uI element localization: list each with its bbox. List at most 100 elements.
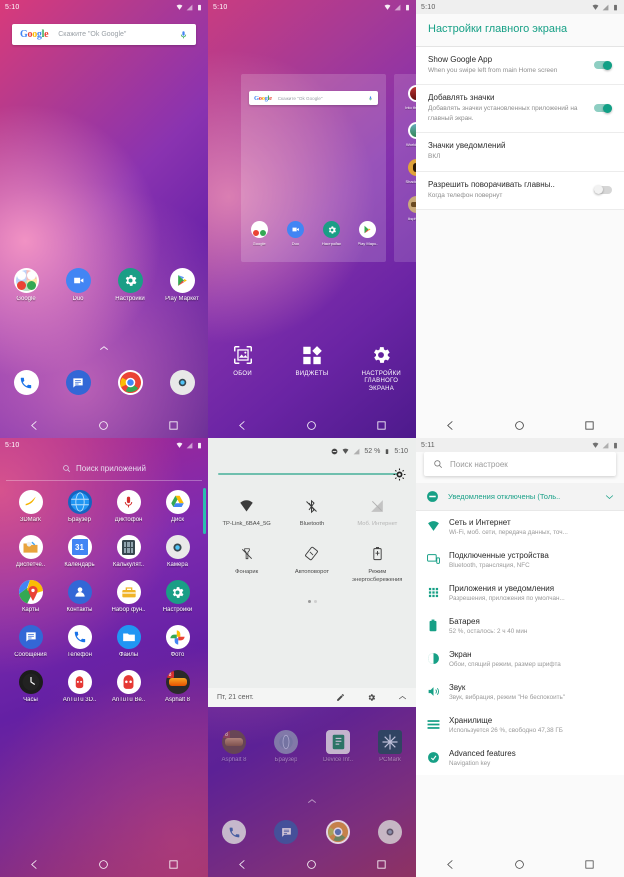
drawer-app-browser[interactable]: Браузер <box>58 490 102 523</box>
phone-icon[interactable] <box>222 820 246 844</box>
app-search-field[interactable]: Поиск приложений <box>0 458 208 478</box>
brightness-slider[interactable] <box>208 464 416 484</box>
drawer-handle-chevron-up-icon[interactable] <box>307 798 317 804</box>
toggle-add-icons[interactable] <box>594 103 612 113</box>
drawer-app-drive[interactable]: Диск <box>156 490 200 523</box>
bg-app-device-info[interactable]: Device Inf.. <box>316 730 360 763</box>
back-button[interactable] <box>29 859 40 870</box>
tile-wifi[interactable]: TP-Link_6BA4_5G <box>216 494 278 529</box>
preview-app-row: Google Duo Настройки Play Марк.. <box>241 221 386 246</box>
drawer-app-recorder[interactable]: Диктофон <box>107 490 151 523</box>
battery-icon <box>406 4 409 10</box>
setting-row-add-icons[interactable]: Добавлять значки Добавлять значки устано… <box>416 85 624 134</box>
home-button[interactable] <box>98 859 109 870</box>
recents-button[interactable] <box>168 420 179 431</box>
settings-row-connected-devices[interactable]: Подключенные устройства Bluetooth, транс… <box>416 544 624 577</box>
home-settings-button[interactable]: НАСТРОЙКИ ГЛАВНОГО ЭКРАНА <box>351 344 411 394</box>
recents-button[interactable] <box>376 859 387 870</box>
home-app-settings[interactable]: Настройки <box>108 268 152 302</box>
microphone-icon[interactable] <box>179 29 188 41</box>
back-button[interactable] <box>237 859 248 870</box>
settings-row-network[interactable]: Сеть и Интернет Wi-Fi, моб. сети, переда… <box>416 511 624 544</box>
settings-row-battery[interactable]: Батарея 52 %, осталось: 2 ч 40 мин <box>416 610 624 643</box>
setting-row-show-google-app[interactable]: Show Google App When you swipe left from… <box>416 47 624 86</box>
settings-row-advanced-features[interactable]: Advanced features Navigation key <box>416 742 624 775</box>
recents-button[interactable] <box>584 859 595 870</box>
page-dot[interactable] <box>313 600 317 604</box>
drawer-app-antutu-benchmark[interactable]: AnTuTu Be.. <box>107 670 151 703</box>
home-app-duo[interactable]: Duo <box>56 268 100 302</box>
tile-flashlight[interactable]: Фонарик <box>216 542 278 585</box>
camera-icon[interactable] <box>169 370 195 395</box>
settings-row-storage[interactable]: Хранилище Используется 26 %, свободно 47… <box>416 709 624 742</box>
drawer-app-contacts[interactable]: Контакты <box>58 580 102 613</box>
drawer-app-antutu-3d[interactable]: AnTuTu 3D.. <box>58 670 102 703</box>
page-dot-active[interactable] <box>307 600 311 604</box>
app-label: Диск <box>170 517 185 523</box>
drawer-app-file-manager[interactable]: Диспетче.. <box>9 535 53 568</box>
drawer-app-3dmark[interactable]: 3DMark <box>9 490 53 523</box>
home-app-play-store[interactable]: Play Маркет <box>160 268 204 302</box>
notifications-disabled-banner[interactable]: Уведомления отключены (Толь.. <box>416 483 624 511</box>
settings-row-apps[interactable]: Приложения и уведомления Разрешения, при… <box>416 577 624 610</box>
phone-icon[interactable] <box>13 370 39 395</box>
chrome-icon[interactable] <box>117 370 143 395</box>
settings-gear-icon[interactable] <box>367 693 376 702</box>
drawer-app-messages[interactable]: Сообщения <box>9 625 53 658</box>
preview-app: World of T.. <box>399 122 416 147</box>
bg-app-pcmark[interactable]: PCMark <box>368 730 412 763</box>
tile-battery-saver[interactable]: Режим энергосбережения <box>346 542 408 585</box>
camera-icon[interactable] <box>378 820 402 844</box>
home-button[interactable] <box>514 420 525 431</box>
back-button[interactable] <box>237 420 248 431</box>
back-button[interactable] <box>445 859 456 870</box>
home-button[interactable] <box>514 859 525 870</box>
drawer-app-calendar[interactable]: 31 Календарь <box>58 535 102 568</box>
drawer-app-asphalt8[interactable]: 8 Asphalt 8 <box>156 670 200 703</box>
tile-mobile-data[interactable]: Моб. Интернет <box>346 494 408 529</box>
settings-row-display[interactable]: Экран Обои, спящий режим, размер шрифта <box>416 643 624 676</box>
drawer-app-files[interactable]: Файлы <box>107 625 151 658</box>
drawer-handle-chevron-up-icon[interactable] <box>99 345 109 351</box>
tile-bluetooth[interactable]: Bluetooth <box>281 494 343 529</box>
drawer-app-toolbox[interactable]: Набор фун.. <box>107 580 151 613</box>
drawer-app-calculator[interactable]: Калькулят.. <box>107 535 151 568</box>
messages-icon[interactable] <box>65 370 91 395</box>
drawer-app-maps[interactable]: Карты <box>9 580 53 613</box>
home-button[interactable] <box>98 420 109 431</box>
chevron-down-icon[interactable] <box>605 494 614 500</box>
recents-button[interactable] <box>584 420 595 431</box>
toggle-allow-rotation[interactable] <box>594 185 612 195</box>
home-button[interactable] <box>306 420 317 431</box>
recents-button[interactable] <box>168 859 179 870</box>
drawer-app-photos[interactable]: Фото <box>156 625 200 658</box>
home-app-google[interactable]: Google <box>4 268 48 302</box>
drawer-app-camera[interactable]: Камера <box>156 535 200 568</box>
back-button[interactable] <box>445 420 456 431</box>
adjacent-screen-preview[interactable]: Into the De.. World of T.. Shadow Fi.. <box>394 74 416 262</box>
setting-row-notification-badges[interactable]: Значки уведомлений ВКЛ <box>416 133 624 172</box>
home-button[interactable] <box>306 859 317 870</box>
bg-app-browser[interactable]: Браузер <box>264 730 308 763</box>
widgets-button[interactable]: ВИДЖЕТЫ <box>282 344 342 379</box>
status-icons <box>592 442 619 449</box>
toggle-show-google-app[interactable] <box>594 60 612 70</box>
back-button[interactable] <box>29 420 40 431</box>
tile-auto-rotate[interactable]: Автоповорот <box>281 542 343 585</box>
recents-button[interactable] <box>376 420 387 431</box>
chrome-icon[interactable] <box>326 820 350 844</box>
panel-home-edit-mode: 5:10 Google Скажите "Ok Google" Google D… <box>208 0 416 438</box>
messages-icon[interactable] <box>274 820 298 844</box>
wallpaper-button[interactable]: ОБОИ <box>213 344 273 379</box>
settings-row-sound[interactable]: Звук Звук, вибрация, режим "Не беспокоит… <box>416 676 624 709</box>
drawer-app-settings[interactable]: Настройки <box>156 580 200 613</box>
google-search-bar[interactable]: Google Скажите "Ok Google" <box>12 24 196 45</box>
bg-app-asphalt8[interactable]: 8 Asphalt 8 <box>212 730 256 763</box>
edit-pencil-icon[interactable] <box>336 693 345 702</box>
drawer-app-phone[interactable]: Телефон <box>58 625 102 658</box>
home-screen-preview[interactable]: Google Скажите "Ok Google" Google Duo На… <box>241 74 386 262</box>
setting-row-allow-rotation[interactable]: Разрешить поворачивать главны.. Когда те… <box>416 171 624 211</box>
settings-search-field[interactable]: Поиск настроек <box>424 452 616 476</box>
collapse-chevron-up-icon[interactable] <box>398 694 407 701</box>
drawer-app-clock[interactable]: Часы <box>9 670 53 703</box>
